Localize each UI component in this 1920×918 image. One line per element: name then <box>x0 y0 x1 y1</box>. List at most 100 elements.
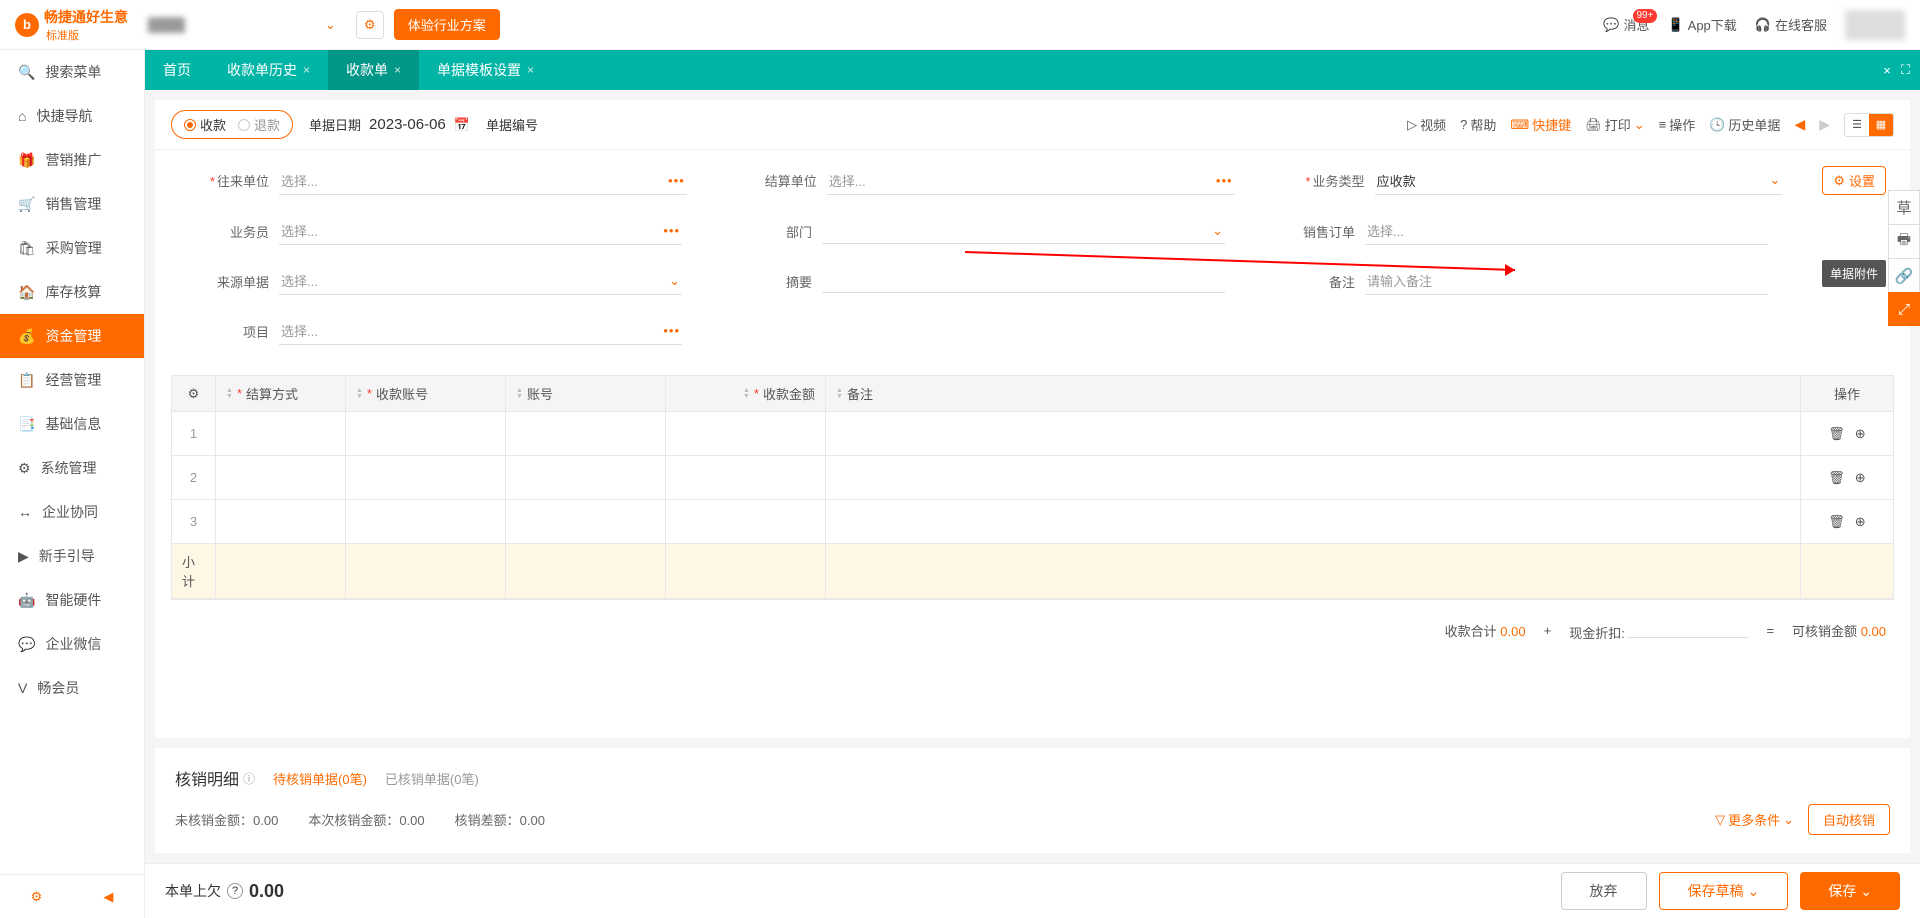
save-button[interactable]: 保存⌄ <box>1800 872 1900 910</box>
date-value[interactable]: 2023-06-06 <box>369 116 446 133</box>
tab-close-icon[interactable]: × <box>303 63 310 77</box>
biz-type-select[interactable]: 应收款⌄ <box>1375 167 1783 195</box>
chevron-down-icon: ⌄ <box>669 273 680 289</box>
sidebar-item-search[interactable]: 🔍搜索菜单 <box>0 50 144 94</box>
sidebar-item-wx[interactable]: 💬企业微信 <box>0 622 144 666</box>
sidebar-item-funds[interactable]: 💰资金管理 <box>0 314 144 358</box>
tab-close-icon[interactable]: × <box>527 63 534 77</box>
company-selector[interactable]: ████ ⌄ <box>148 17 336 33</box>
user-avatar[interactable] <box>1845 10 1905 40</box>
summary-input[interactable] <box>822 269 1225 293</box>
table-row[interactable]: 3 🗑⊕ <box>172 500 1893 544</box>
subtotal-row: 小计 <box>172 544 1893 599</box>
printer-icon: 🖨 <box>1585 117 1602 133</box>
attachment-tooltip: 单据附件 <box>1822 260 1886 287</box>
delete-row-button[interactable]: 🗑 <box>1828 470 1845 486</box>
sidebar-item-base[interactable]: 📑基础信息 <box>0 402 144 446</box>
project-select[interactable]: 选择...••• <box>279 317 682 345</box>
more-conditions-button[interactable]: ▽更多条件⌄ <box>1715 810 1794 829</box>
delete-row-button[interactable]: 🗑 <box>1828 426 1845 442</box>
th-remark[interactable]: ▲▼备注 <box>826 376 1801 411</box>
tabs-bar: 首页 收款单历史× 收款单× 单据模板设置× × ⛶ <box>145 50 1920 90</box>
verify-tab-done[interactable]: 已核销单据(0笔) <box>385 769 479 788</box>
print-button[interactable]: 🖨打印⌄ <box>1585 115 1644 134</box>
hotkey-button[interactable]: ⌨快捷键 <box>1510 115 1571 134</box>
table-row[interactable]: 1 🗑⊕ <box>172 412 1893 456</box>
sidebar-item-stock[interactable]: 🏠库存核算 <box>0 270 144 314</box>
question-icon[interactable]: ⓘ <box>243 770 255 787</box>
discard-button[interactable]: 放弃 <box>1561 872 1647 910</box>
save-draft-button[interactable]: 保存草稿⌄ <box>1659 872 1789 910</box>
discount-input[interactable] <box>1628 618 1748 638</box>
money-icon: 💰 <box>18 328 35 345</box>
add-row-button[interactable]: ⊕ <box>1855 470 1866 486</box>
source-doc-select[interactable]: 选择...⌄ <box>279 267 682 295</box>
sidebar-item-marketing[interactable]: 🎁营销推广 <box>0 138 144 182</box>
form-settings-button[interactable]: ⚙设置 <box>1822 166 1886 195</box>
sidebar-item-sys[interactable]: ⚙系统管理 <box>0 446 144 490</box>
prev-doc-button[interactable]: ◀ <box>1794 116 1805 133</box>
delete-row-button[interactable]: 🗑 <box>1828 514 1845 530</box>
settings-gear-button[interactable]: ⚙ <box>356 11 384 39</box>
view-form-button[interactable]: ▦ <box>1869 114 1893 136</box>
side-tab-print[interactable]: 🖶 <box>1888 224 1920 258</box>
th-amount[interactable]: ▲▼*收款金额 <box>666 376 826 411</box>
sidebar-item-member[interactable]: V畅会员 <box>0 666 144 710</box>
view-list-button[interactable]: ☰ <box>1845 114 1869 136</box>
tab-template-settings[interactable]: 单据模板设置× <box>419 50 552 90</box>
tab-home[interactable]: 首页 <box>145 50 209 90</box>
question-icon[interactable]: ? <box>227 883 243 899</box>
radio-receipt[interactable]: 收款 <box>184 115 226 134</box>
sidebar-item-sales[interactable]: 🛒销售管理 <box>0 182 144 226</box>
messages-link[interactable]: 💬 消息 99+ <box>1603 15 1649 34</box>
video-help-button[interactable]: ▷视频 <box>1407 115 1446 134</box>
table-settings-button[interactable]: ⚙ <box>172 376 216 411</box>
tab-receipt-history[interactable]: 收款单历史× <box>209 50 328 90</box>
sidebar-collapse-button[interactable]: ◀ <box>103 889 113 905</box>
operation-button[interactable]: ≡操作 <box>1659 115 1696 134</box>
doc-number-label: 单据编号 <box>486 115 538 134</box>
messages-badge: 99+ <box>1633 9 1658 23</box>
sidebar-item-biz[interactable]: 📋经营管理 <box>0 358 144 402</box>
add-row-button[interactable]: ⊕ <box>1855 426 1866 442</box>
gear-icon: ⚙ <box>188 386 200 402</box>
auto-verify-button[interactable]: 自动核销 <box>1808 804 1890 835</box>
history-icon: 🕓 <box>1709 117 1725 133</box>
dept-select[interactable]: ⌄ <box>822 219 1225 244</box>
form-grid: *往来单位 选择...••• 结算单位 选择...••• *业务类型 应收款⌄ … <box>155 150 1910 375</box>
tabs-fullscreen-button[interactable]: ⛶ <box>1901 62 1910 78</box>
sidebar-item-hw[interactable]: 🤖智能硬件 <box>0 578 144 622</box>
sidebar-item-purchase[interactable]: 🛍采购管理 <box>0 226 144 270</box>
add-row-button[interactable]: ⊕ <box>1855 514 1866 530</box>
th-settle[interactable]: ▲▼*结算方式 <box>216 376 346 411</box>
remark-input[interactable]: 请输入备注 <box>1365 267 1768 295</box>
partner-select[interactable]: 选择...••• <box>279 167 687 195</box>
help-button[interactable]: ?帮助 <box>1460 115 1496 134</box>
logo-area: b 畅捷通好生意 标准版 <box>15 7 128 43</box>
side-tab-attachment[interactable]: 🔗 <box>1888 258 1920 292</box>
app-download-link[interactable]: 📱 App下载 <box>1667 15 1736 34</box>
radio-refund[interactable]: 退款 <box>238 115 280 134</box>
sidebar-item-coop[interactable]: ↔企业协同 <box>0 490 144 534</box>
tab-close-icon[interactable]: × <box>394 63 401 77</box>
sales-order-select[interactable]: 选择... <box>1365 217 1768 245</box>
side-tab-expand[interactable]: ⤢ <box>1888 292 1920 326</box>
sidebar-settings-button[interactable]: ⚙ <box>31 889 43 905</box>
table-row[interactable]: 2 🗑⊕ <box>172 456 1893 500</box>
th-num[interactable]: ▲▼账号 <box>506 376 666 411</box>
sidebar-item-guide[interactable]: ▶新手引导 <box>0 534 144 578</box>
tabs-close-all-button[interactable]: × <box>1883 63 1891 78</box>
side-tab-draft[interactable]: 草 <box>1888 190 1920 224</box>
tab-receipt[interactable]: 收款单× <box>328 50 419 90</box>
sidebar-item-quicknav[interactable]: ⌂快捷导航 <box>0 94 144 138</box>
calendar-icon[interactable]: 📅 <box>454 117 470 133</box>
verify-tab-pending[interactable]: 待核销单据(0笔) <box>273 769 367 788</box>
settle-unit-select[interactable]: 选择...••• <box>827 167 1235 195</box>
th-account[interactable]: ▲▼*收款账号 <box>346 376 506 411</box>
salesman-select[interactable]: 选择...••• <box>279 217 682 245</box>
next-doc-button[interactable]: ▶ <box>1819 116 1830 133</box>
trial-industry-button[interactable]: 体验行业方案 <box>394 9 500 40</box>
support-link[interactable]: 🎧 在线客服 <box>1755 15 1827 34</box>
history-button[interactable]: 🕓历史单据 <box>1709 115 1780 134</box>
logo-icon: b <box>15 13 39 37</box>
